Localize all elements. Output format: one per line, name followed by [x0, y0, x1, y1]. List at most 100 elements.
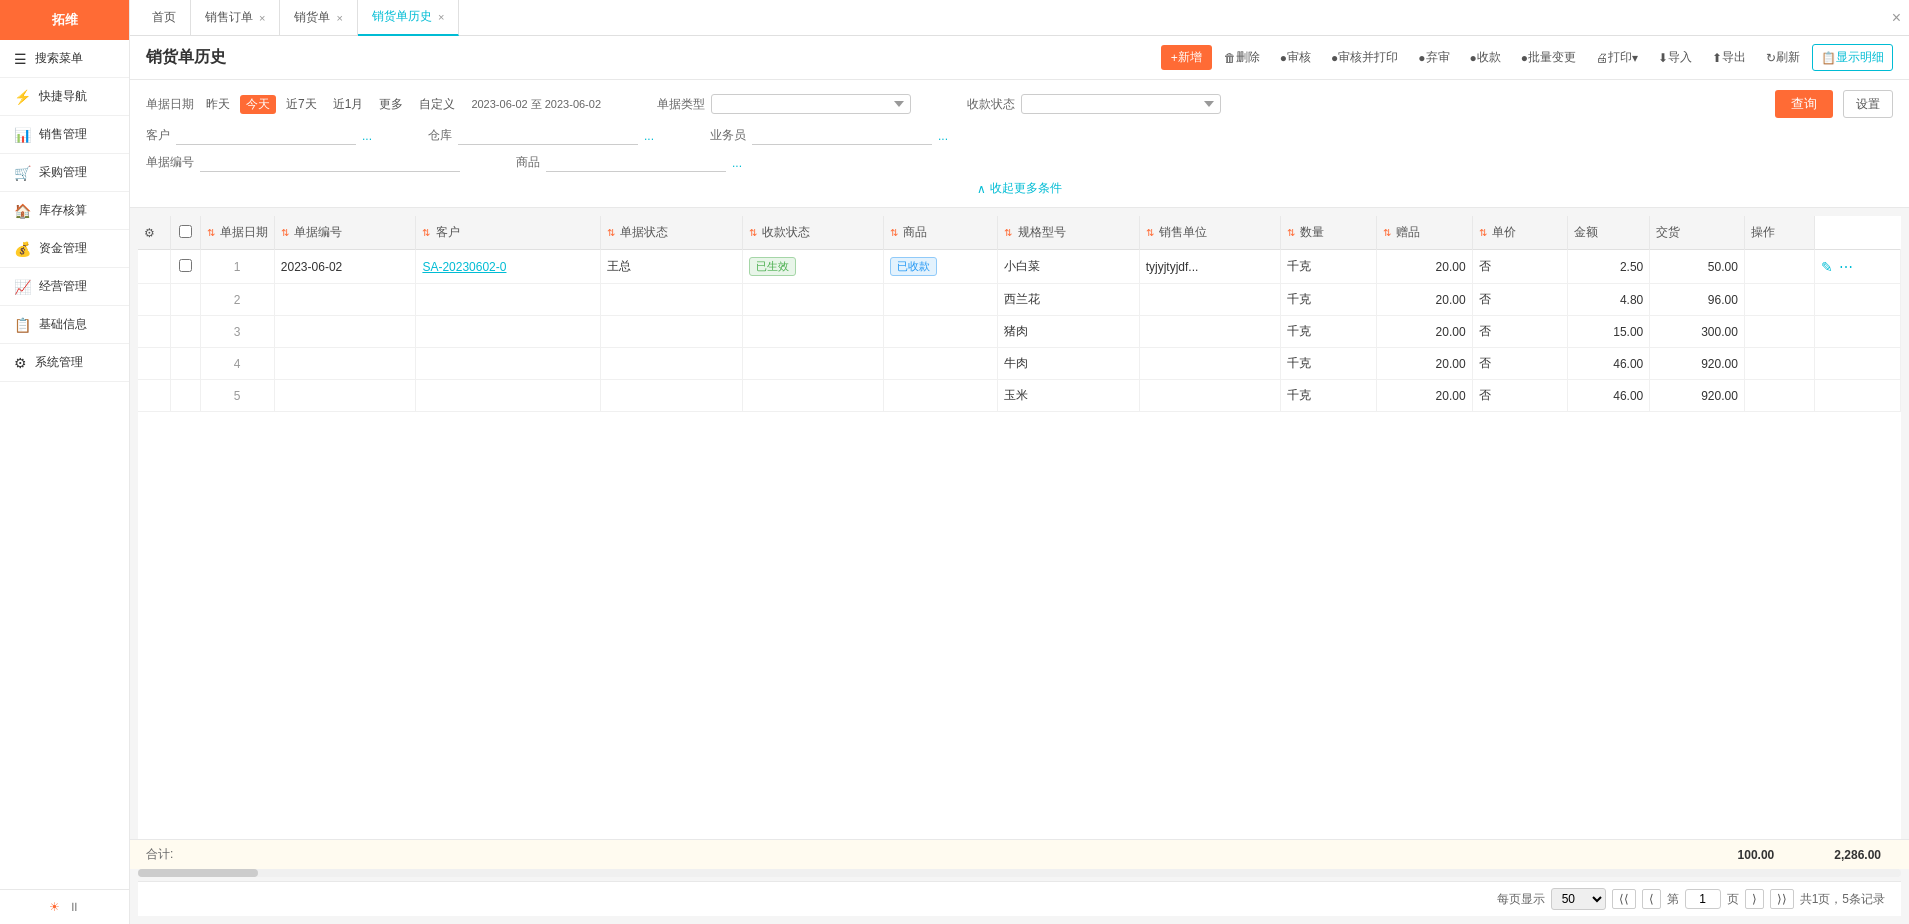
- batch-change-button[interactable]: ● 批量变更: [1513, 45, 1584, 70]
- batch-change-icon: ●: [1521, 51, 1528, 65]
- date-btn-yesterday[interactable]: 昨天: [200, 95, 236, 114]
- warehouse-input[interactable]: [458, 126, 638, 145]
- delete-button[interactable]: 🗑 删除: [1216, 45, 1268, 70]
- scrollbar-thumb[interactable]: [138, 869, 258, 877]
- goods-picker-icon[interactable]: ...: [732, 156, 742, 170]
- col-goods[interactable]: ⇅ 商品: [884, 216, 998, 250]
- cell-checkbox[interactable]: [170, 284, 200, 316]
- settings-gear-icon[interactable]: ⚙: [144, 226, 155, 240]
- cell-customer: [601, 284, 742, 316]
- table-row: 3 猪肉 千克 20.00 否 15.00 300.00: [138, 316, 1901, 348]
- query-button[interactable]: 查询: [1775, 90, 1833, 118]
- sidebar-item-sales-mgmt[interactable]: 📊 销售管理: [0, 116, 129, 154]
- show-detail-button[interactable]: 📋 显示明细: [1812, 44, 1893, 71]
- close-sales-order-icon[interactable]: ×: [259, 12, 265, 24]
- tab-sales-order[interactable]: 销售订单 ×: [191, 0, 280, 36]
- col-spec[interactable]: ⇅ 规格型号: [998, 216, 1139, 250]
- cell-doc-no: [416, 348, 601, 380]
- select-all-checkbox[interactable]: [179, 225, 192, 238]
- warehouse-picker-icon[interactable]: ...: [644, 129, 654, 143]
- col-doc-date[interactable]: ⇅ 单据日期: [200, 216, 274, 250]
- cell-payment-status: 已收款: [884, 250, 998, 284]
- first-page-button[interactable]: ⟨⟨: [1612, 889, 1636, 909]
- col-sales-unit[interactable]: ⇅ 销售单位: [1139, 216, 1280, 250]
- close-sales-history-icon[interactable]: ×: [438, 11, 444, 23]
- employee-picker-icon[interactable]: ...: [938, 129, 948, 143]
- sidebar-item-search-menu[interactable]: ☰ 搜索菜单: [0, 40, 129, 78]
- docno-input[interactable]: [200, 153, 460, 172]
- sidebar-bottom-icon2[interactable]: ⏸: [68, 900, 80, 914]
- edit-icon[interactable]: ✎: [1821, 259, 1833, 275]
- collect-button[interactable]: ● 收款: [1462, 45, 1509, 70]
- audit-button[interactable]: ● 审核: [1272, 45, 1319, 70]
- sidebar-item-sys-mgmt[interactable]: ⚙ 系统管理: [0, 344, 129, 382]
- print-button[interactable]: 🖨 打印 ▾: [1588, 45, 1646, 70]
- col-payment-status[interactable]: ⇅ 收款状态: [742, 216, 883, 250]
- per-page-label: 每页显示: [1497, 891, 1545, 908]
- cell-checkbox[interactable]: [170, 380, 200, 412]
- prev-page-button[interactable]: ⟨: [1642, 889, 1661, 909]
- sidebar-item-quick-nav[interactable]: ⚡ 快捷导航: [0, 78, 129, 116]
- col-checkbox: [170, 216, 200, 250]
- date-btn-1month[interactable]: 近1月: [327, 95, 370, 114]
- refresh-button[interactable]: ↻ 刷新: [1758, 45, 1808, 70]
- more-icon[interactable]: ⋯: [1839, 259, 1853, 275]
- col-unit-price[interactable]: ⇅ 单价: [1472, 216, 1568, 250]
- cell-checkbox[interactable]: [170, 348, 200, 380]
- per-page-select[interactable]: 50 20 100: [1551, 888, 1606, 910]
- settings-button[interactable]: 设置: [1843, 90, 1893, 118]
- date-btn-custom[interactable]: 自定义: [413, 95, 461, 114]
- sidebar-item-purchase-mgmt[interactable]: 🛒 采购管理: [0, 154, 129, 192]
- customer-picker-icon[interactable]: ...: [362, 129, 372, 143]
- col-customer[interactable]: ⇅ 客户: [416, 216, 601, 250]
- sidebar-item-finance-mgmt[interactable]: 💰 资金管理: [0, 230, 129, 268]
- sidebar-bottom-icon1[interactable]: ☀: [49, 900, 60, 914]
- inventory-icon: 🏠: [14, 203, 31, 219]
- last-page-button[interactable]: ⟩⟩: [1770, 889, 1794, 909]
- sort-icon: ⇅: [607, 227, 615, 238]
- cell-doc-status: [742, 284, 883, 316]
- cell-checkbox[interactable]: [170, 250, 200, 284]
- col-gift[interactable]: ⇅ 赠品: [1376, 216, 1472, 250]
- payment-select[interactable]: [1021, 94, 1221, 114]
- horizontal-scrollbar[interactable]: [138, 869, 1901, 877]
- date-btn-today[interactable]: 今天: [240, 95, 276, 114]
- abandon-button[interactable]: ● 弃审: [1410, 45, 1457, 70]
- cell-checkbox[interactable]: [170, 316, 200, 348]
- collapse-button[interactable]: ∧ 收起更多条件: [146, 180, 1893, 197]
- goods-input[interactable]: [546, 153, 726, 172]
- tab-sales-goods[interactable]: 销货单 ×: [280, 0, 357, 36]
- employee-input[interactable]: [752, 126, 932, 145]
- cell-action: [1815, 316, 1901, 348]
- col-settings[interactable]: ⚙: [138, 216, 170, 250]
- cell-qty: 20.00: [1376, 348, 1472, 380]
- export-button[interactable]: ⬆ 导出: [1704, 45, 1754, 70]
- cell-doc-no[interactable]: SA-20230602-0: [416, 250, 601, 284]
- sidebar-item-inventory[interactable]: 🏠 库存核算: [0, 192, 129, 230]
- col-qty[interactable]: ⇅ 数量: [1281, 216, 1377, 250]
- next-page-button[interactable]: ⟩: [1745, 889, 1764, 909]
- audit-icon: ●: [1280, 51, 1287, 65]
- cell-goods: 小白菜: [998, 250, 1139, 284]
- date-btn-7days[interactable]: 近7天: [280, 95, 323, 114]
- close-sales-goods-icon[interactable]: ×: [336, 12, 342, 24]
- close-all-tabs-button[interactable]: ×: [1892, 9, 1901, 27]
- sidebar-item-basic-info[interactable]: 📋 基础信息: [0, 306, 129, 344]
- col-doc-no[interactable]: ⇅ 单据编号: [274, 216, 416, 250]
- current-page-input[interactable]: [1685, 889, 1721, 909]
- import-button[interactable]: ⬇ 导入: [1650, 45, 1700, 70]
- filter-row-3: 单据编号 商品 ...: [146, 153, 1893, 172]
- audit-print-button[interactable]: ● 审核并打印: [1323, 45, 1406, 70]
- row-checkbox[interactable]: [179, 259, 192, 272]
- tab-sales-history[interactable]: 销货单历史 ×: [358, 0, 459, 36]
- customer-input[interactable]: [176, 126, 356, 145]
- date-btn-more[interactable]: 更多: [373, 95, 409, 114]
- doc-no-link[interactable]: SA-20230602-0: [422, 260, 506, 274]
- type-select[interactable]: [711, 94, 911, 114]
- col-doc-status[interactable]: ⇅ 单据状态: [601, 216, 742, 250]
- add-button[interactable]: + 新增: [1161, 45, 1212, 70]
- cell-spec: tyjyjtyjdf...: [1139, 250, 1280, 284]
- tab-home[interactable]: 首页: [138, 0, 191, 36]
- cell-action: [1815, 380, 1901, 412]
- sidebar-item-ops-mgmt[interactable]: 📈 经营管理: [0, 268, 129, 306]
